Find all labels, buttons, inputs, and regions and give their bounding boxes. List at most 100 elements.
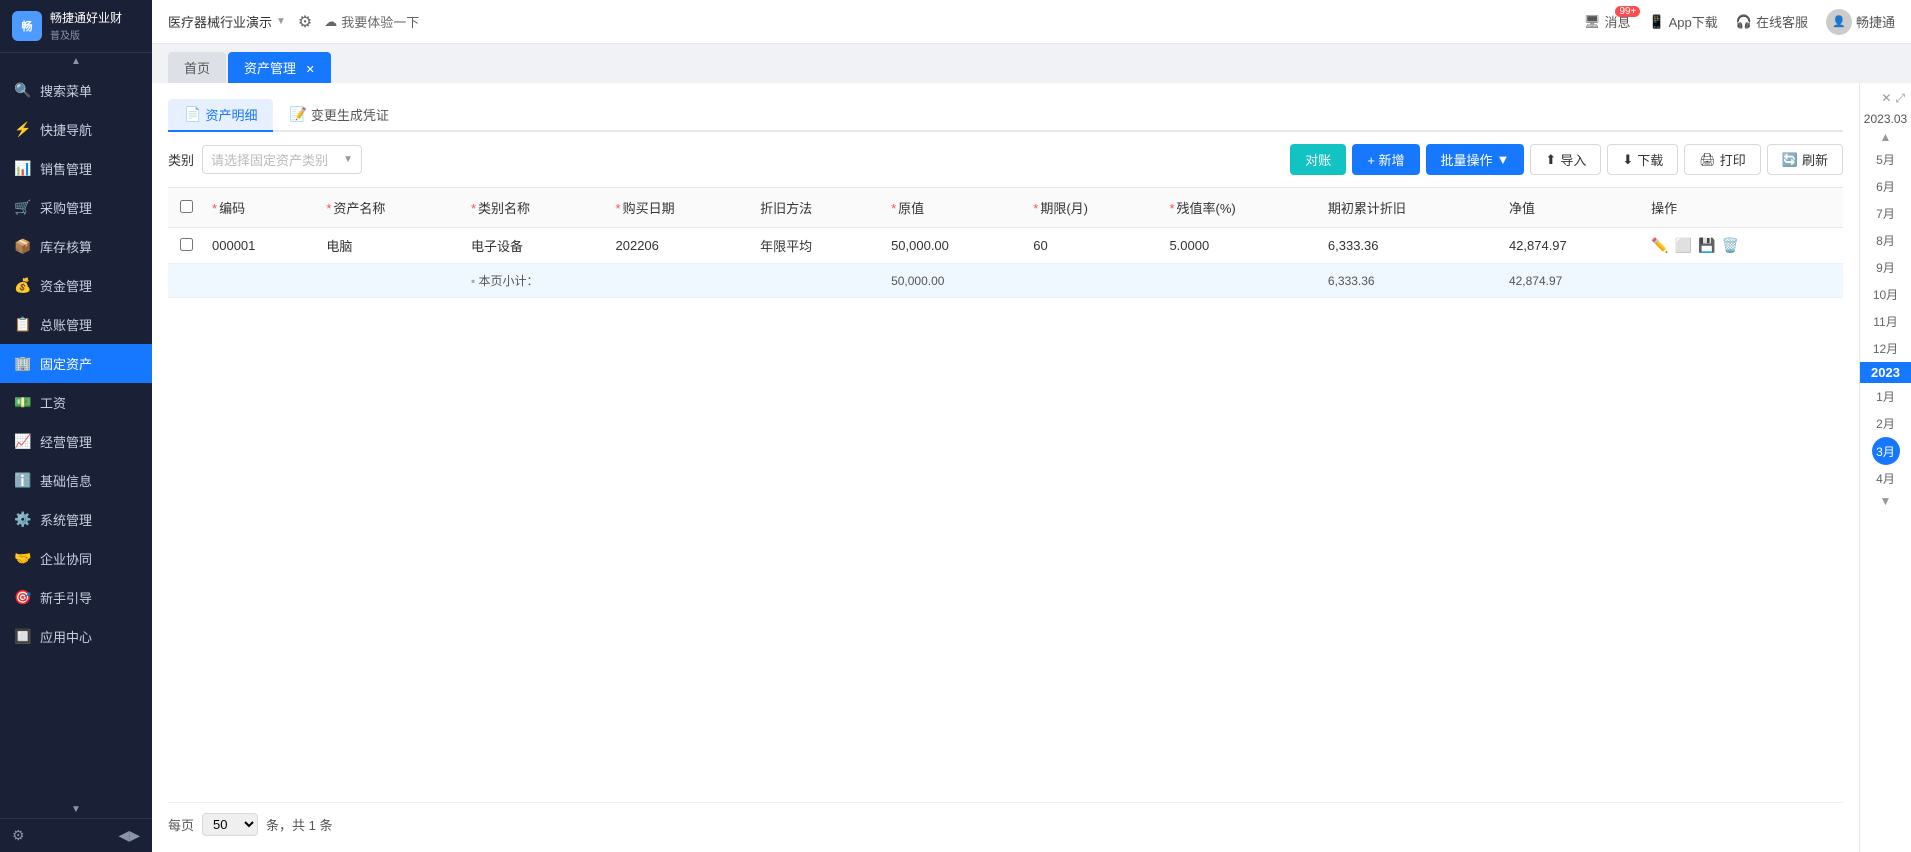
logo-text: 畅捷通好业财 bbox=[50, 10, 122, 27]
col-name: *资产名称 bbox=[318, 188, 463, 228]
online-service-button[interactable]: 🎧 在线客服 bbox=[1736, 12, 1808, 31]
sidebar-logo: 畅 畅捷通好业财 普及版 bbox=[0, 0, 152, 53]
sidebar-item-quick-nav[interactable]: ⚡ 快捷导航 bbox=[0, 110, 152, 149]
tab-home[interactable]: 首页 bbox=[168, 52, 226, 83]
sidebar-item-fixed-assets[interactable]: 🏢 固定资产 bbox=[0, 344, 152, 383]
refresh-button[interactable]: 🔄 刷新 bbox=[1767, 144, 1843, 175]
sidebar-item-label: 销售管理 bbox=[40, 159, 92, 178]
sidebar-item-sales[interactable]: 📊 销售管理 bbox=[0, 149, 152, 188]
voucher-icon: 📝 bbox=[289, 106, 306, 123]
sidebar-item-guide[interactable]: 🎯 新手引导 bbox=[0, 578, 152, 617]
month-10[interactable]: 10月 bbox=[1860, 281, 1911, 308]
reconcile-button[interactable]: 对账 bbox=[1290, 144, 1346, 175]
settings-icon[interactable]: ⚙ bbox=[12, 827, 25, 844]
logo-sub: 普及版 bbox=[50, 27, 122, 42]
cell-depreciation-method: 年限平均 bbox=[752, 228, 883, 264]
download-icon: 📱 bbox=[1648, 14, 1664, 30]
month-3-current[interactable]: 3月 bbox=[1872, 437, 1900, 465]
sidebar-item-fund[interactable]: 💰 资金管理 bbox=[0, 266, 152, 305]
sub-tab-change-voucher[interactable]: 📝 变更生成凭证 bbox=[273, 99, 404, 132]
right-panel-close-icon[interactable]: ✕ bbox=[1881, 91, 1891, 106]
month-7[interactable]: 7月 bbox=[1860, 200, 1911, 227]
sidebar-item-enterprise[interactable]: 🤝 企业协同 bbox=[0, 539, 152, 578]
tab-asset-management[interactable]: 资产管理 ✕ bbox=[228, 52, 331, 83]
import-label: 导入 bbox=[1560, 150, 1586, 169]
month-1[interactable]: 1月 bbox=[1860, 383, 1911, 410]
right-panel-expand-icon[interactable]: ⤢ bbox=[1895, 91, 1905, 106]
month-4[interactable]: 4月 bbox=[1860, 465, 1911, 492]
col-code: *编码 bbox=[204, 188, 318, 228]
batch-button[interactable]: 批量操作 ▼ bbox=[1426, 144, 1525, 175]
collapse-icon[interactable]: ◀▶ bbox=[118, 827, 140, 844]
message-button[interactable]: 🖥 消息 99+ bbox=[1584, 12, 1631, 31]
tab-close-icon[interactable]: ✕ bbox=[306, 64, 315, 76]
subtotal-empty4 bbox=[752, 264, 883, 298]
month-12[interactable]: 12月 bbox=[1860, 335, 1911, 362]
sidebar-item-basic-info[interactable]: ℹ️ 基础信息 bbox=[0, 461, 152, 500]
month-6[interactable]: 6月 bbox=[1860, 173, 1911, 200]
panel-down-arrow[interactable]: ▼ bbox=[1860, 492, 1911, 510]
sidebar-item-purchase[interactable]: 🛒 采购管理 bbox=[0, 188, 152, 227]
month-8[interactable]: 8月 bbox=[1860, 227, 1911, 254]
sub-tab-asset-detail[interactable]: 📄 资产明细 bbox=[168, 99, 273, 132]
col-residual-rate: *残值率(%) bbox=[1161, 188, 1319, 228]
sidebar-item-system[interactable]: ⚙️ 系统管理 bbox=[0, 500, 152, 539]
new-button[interactable]: + 新增 bbox=[1352, 144, 1419, 175]
pagination: 每页 50 100 200 条，共 1 条 bbox=[168, 802, 1843, 836]
sidebar-item-search[interactable]: 🔍 搜索菜单 bbox=[0, 71, 152, 110]
per-page-label: 每页 bbox=[168, 815, 194, 834]
sidebar-item-label: 基础信息 bbox=[40, 471, 92, 490]
sidebar-item-operations[interactable]: 📈 经营管理 bbox=[0, 422, 152, 461]
sidebar-item-app-center[interactable]: 🔲 应用中心 bbox=[0, 617, 152, 656]
col-original-value: *原值 bbox=[883, 188, 1025, 228]
download-label: 下载 bbox=[1637, 150, 1663, 169]
subtotal-original-value: 50,000.00 bbox=[883, 264, 1025, 298]
select-all-checkbox[interactable] bbox=[180, 200, 193, 213]
download-button[interactable]: ⬇ 下载 bbox=[1607, 144, 1678, 175]
month-9[interactable]: 9月 bbox=[1860, 254, 1911, 281]
tab-asset-management-label: 资产管理 bbox=[244, 61, 296, 76]
print-button[interactable]: 🖨 打印 bbox=[1684, 144, 1761, 175]
avatar-icon: 👤 bbox=[1832, 15, 1846, 28]
subtotal-row: ▪ 本页小计： 50,000.00 6,333.36 42,874.97 bbox=[168, 264, 1843, 298]
username: 畅捷通 bbox=[1856, 12, 1895, 31]
subtotal-net-value: 42,874.97 bbox=[1501, 264, 1643, 298]
sidebar-item-inventory[interactable]: 📦 库存核算 bbox=[0, 227, 152, 266]
sub-tab-change-voucher-label: 变更生成凭证 bbox=[311, 105, 389, 124]
sidebar-nav: 🔍 搜索菜单 ⚡ 快捷导航 📊 销售管理 🛒 采购管理 📦 库存核算 💰 资金管… bbox=[0, 71, 152, 800]
sidebar-scroll-up[interactable]: ▲ bbox=[0, 53, 152, 71]
panel-up-arrow[interactable]: ▲ bbox=[1860, 128, 1911, 146]
sub-tab-asset-detail-label: 资产明细 bbox=[205, 105, 257, 124]
cell-net-value: 42,874.97 bbox=[1501, 228, 1643, 264]
delete-icon[interactable]: 🗑️ bbox=[1721, 237, 1738, 254]
user-menu[interactable]: 👤 畅捷通 bbox=[1826, 9, 1895, 35]
category-select[interactable]: 请选择固定资产类别 ▼ bbox=[202, 145, 362, 174]
month-2[interactable]: 2月 bbox=[1860, 410, 1911, 437]
panel-year-display: 2023.03 bbox=[1860, 110, 1911, 128]
refresh-label: 刷新 bbox=[1802, 150, 1828, 169]
ops-icon: 📈 bbox=[14, 432, 32, 450]
app-download-button[interactable]: 📱 App下载 bbox=[1648, 12, 1717, 31]
experience-button[interactable]: ☁ 我要体验一下 bbox=[324, 12, 419, 31]
row-checkbox[interactable] bbox=[180, 238, 193, 251]
app-icon: 🔲 bbox=[14, 627, 32, 645]
sidebar-item-salary[interactable]: 💵 工资 bbox=[0, 383, 152, 422]
month-5[interactable]: 5月 bbox=[1860, 146, 1911, 173]
company-arrow-icon: ▼ bbox=[276, 16, 286, 27]
copy-icon[interactable]: ⬜ bbox=[1675, 237, 1692, 254]
company-selector[interactable]: 医疗器械行业演示 ▼ bbox=[168, 12, 286, 31]
import-button[interactable]: ⬆ 导入 bbox=[1530, 144, 1601, 175]
save-icon[interactable]: 💾 bbox=[1698, 237, 1715, 254]
sub-tabs: 📄 资产明细 📝 变更生成凭证 bbox=[168, 99, 1843, 132]
right-panel-top-icons: ✕ ⤢ bbox=[1860, 87, 1911, 110]
batch-arrow-icon: ▼ bbox=[1497, 152, 1510, 167]
sidebar-item-ledger[interactable]: 📋 总账管理 bbox=[0, 305, 152, 344]
settings-gear-icon[interactable]: ⚙ bbox=[298, 12, 312, 32]
month-11[interactable]: 11月 bbox=[1860, 308, 1911, 335]
per-page-select[interactable]: 50 100 200 bbox=[202, 813, 258, 836]
sidebar-scroll-down[interactable]: ▼ bbox=[0, 800, 152, 818]
message-icon: 🖥 bbox=[1584, 14, 1601, 30]
edit-icon[interactable]: ✏️ bbox=[1651, 237, 1668, 254]
subtotal-accumulated: 6,333.36 bbox=[1320, 264, 1501, 298]
panel-year-label: 2023.03 bbox=[1864, 112, 1907, 126]
